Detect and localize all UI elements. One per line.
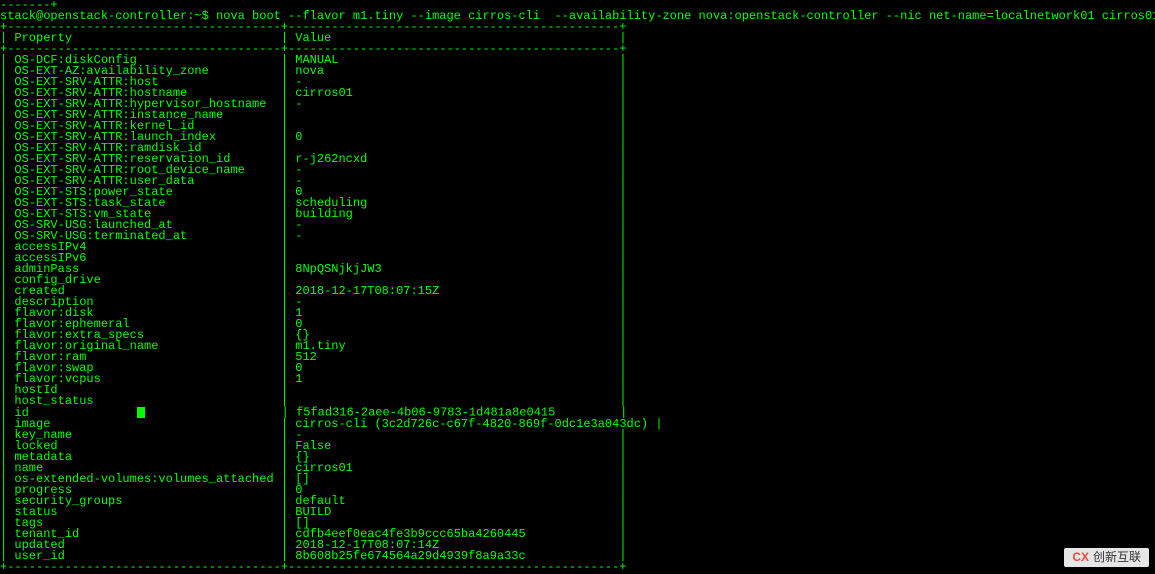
watermark-badge: CX 创新互联 xyxy=(1064,548,1149,567)
table-divider: +--------------------------------------+… xyxy=(0,560,627,574)
watermark-icon: CX xyxy=(1072,552,1089,563)
terminal-output[interactable]: -------+ stack@openstack-controller:~$ n… xyxy=(0,0,1155,573)
watermark-text: 创新互联 xyxy=(1093,550,1141,564)
